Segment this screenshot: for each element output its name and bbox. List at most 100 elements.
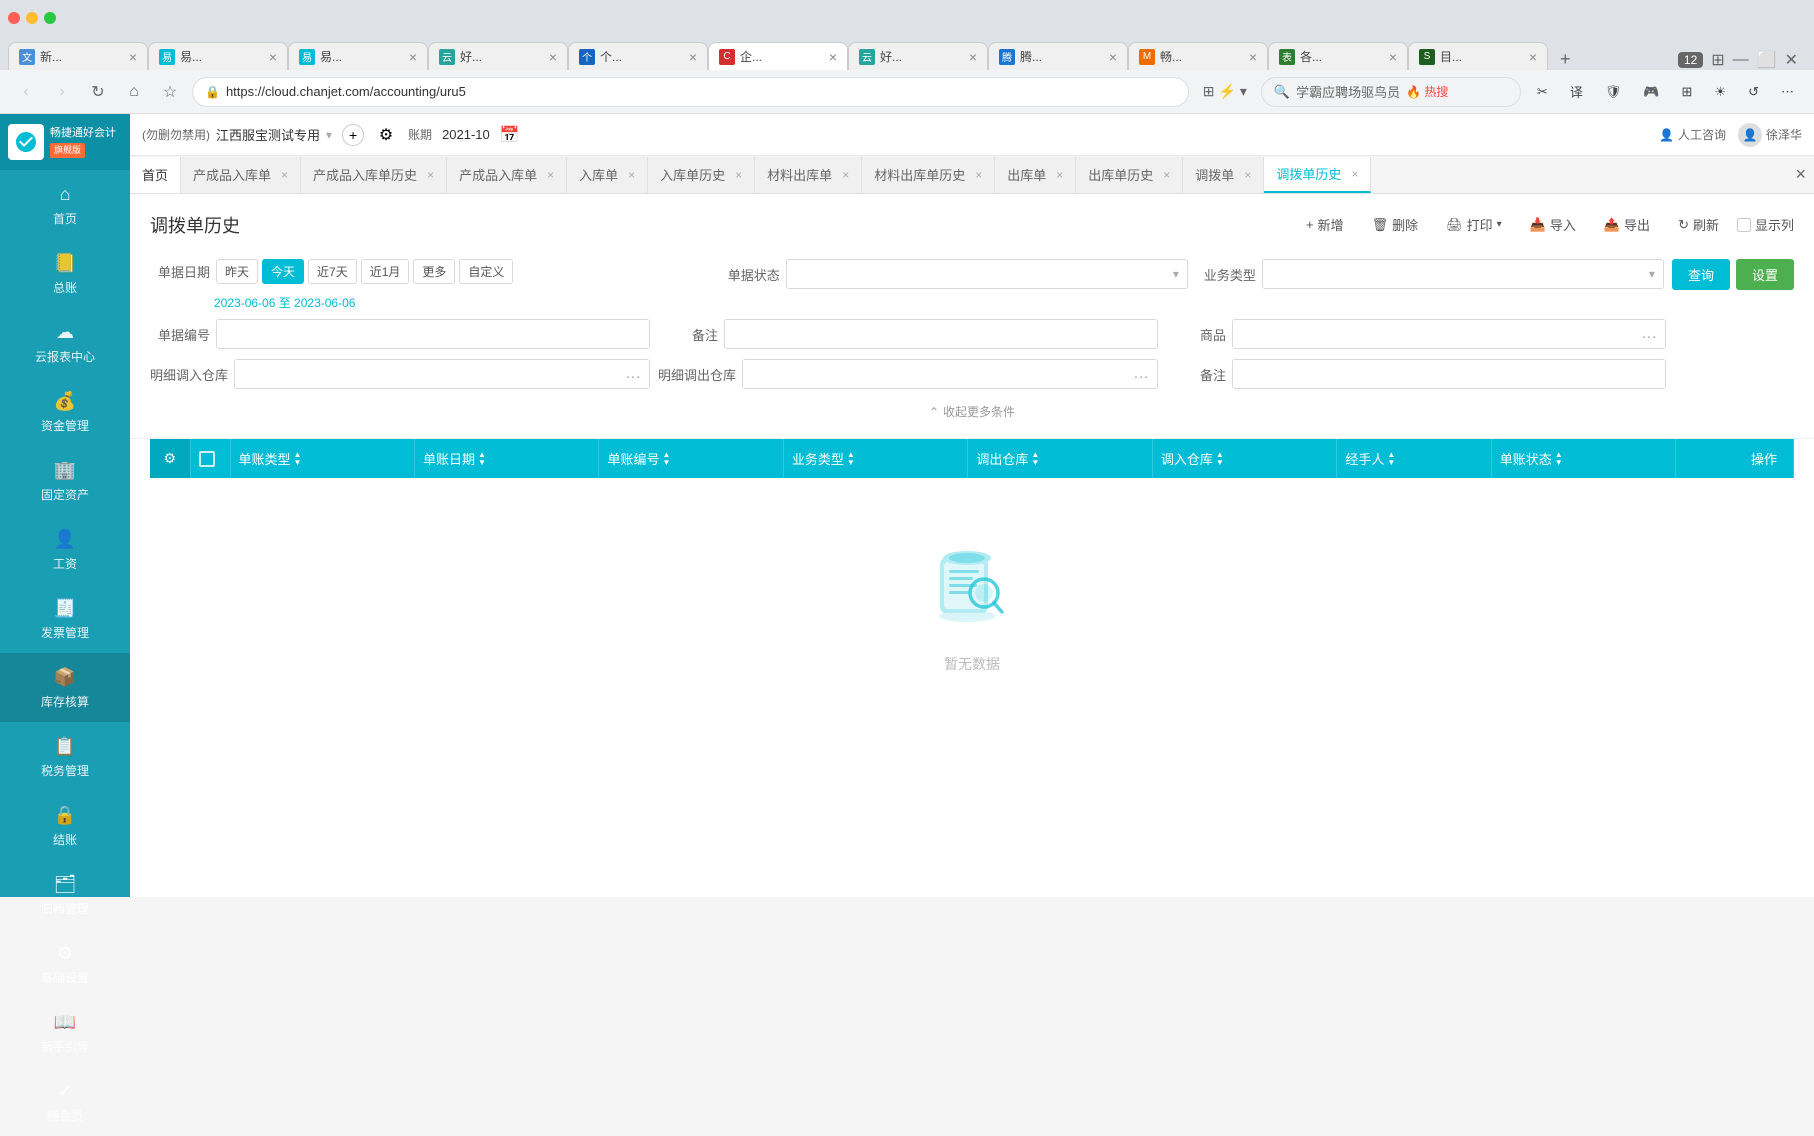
out-warehouse-more-btn[interactable]: … <box>1125 365 1157 383</box>
biz-type-select[interactable]: ▾ <box>1262 259 1664 289</box>
calendar-btn[interactable]: 📅 <box>500 125 520 145</box>
in-warehouse-more-btn[interactable]: … <box>617 365 649 383</box>
date-btn-1month[interactable]: 近1月 <box>361 259 410 284</box>
tab-close-1[interactable]: × <box>129 49 137 65</box>
browser-tab-8[interactable]: 腾 腾... × <box>988 42 1128 70</box>
address-bar[interactable]: 🔒 https://cloud.chanjet.com/accounting/u… <box>192 77 1189 107</box>
sidebar-item-close[interactable]: 🔒 结账 <box>0 791 130 860</box>
sidebar-item-settings[interactable]: ⚙ 基础设置 <box>0 929 130 998</box>
menu-btn[interactable]: ⋯ <box>1773 80 1802 104</box>
reload-btn[interactable]: ↻ <box>84 78 112 106</box>
tab-close-rk1h[interactable]: × <box>427 168 434 182</box>
page-tab-db1[interactable]: 调拨单 × <box>1183 157 1264 193</box>
sidebar-item-inventory[interactable]: 📦 库存核算 <box>0 653 130 722</box>
query-btn[interactable]: 查询 <box>1672 259 1730 290</box>
add-btn[interactable]: + 新增 <box>1296 210 1354 239</box>
close-btn[interactable]: ✕ <box>1785 50 1798 70</box>
sidebar-item-home[interactable]: ⌂ 首页 <box>0 170 130 239</box>
search-bar[interactable]: 🔍 学霸应聘场驱鸟员 🔥 热搜 <box>1261 77 1521 107</box>
print-btn[interactable]: 🖨 打印 ▾ <box>1436 210 1512 239</box>
sidebar-item-tax[interactable]: 📋 税务管理 <box>0 722 130 791</box>
browser-tab-4[interactable]: 云 好... × <box>428 42 568 70</box>
new-tab-btn[interactable]: + <box>1552 49 1579 70</box>
browser-tab-9[interactable]: M 畅... × <box>1128 42 1268 70</box>
sidebar-item-report[interactable]: ☁ 云报表中心 <box>0 308 130 377</box>
page-tab-db1h[interactable]: 调拨单历史 × <box>1264 157 1371 193</box>
browser-tab-1[interactable]: 文 新... × <box>8 42 148 70</box>
export-btn[interactable]: 📤 导出 <box>1594 210 1660 239</box>
goods-input[interactable] <box>1233 320 1633 348</box>
tab-close-db1[interactable]: × <box>1244 168 1251 182</box>
page-tab-cl1[interactable]: 材料出库单 × <box>755 157 862 193</box>
page-tab-rk3[interactable]: 入库单 × <box>567 157 648 193</box>
th-doc-type[interactable]: 单账类型 ▲▼ <box>230 439 414 478</box>
company-selector[interactable]: (勿删勿禁用) 江西服宝测试专用 ▾ <box>142 125 332 144</box>
th-out-warehouse[interactable]: 调出仓库 ▲▼ <box>968 439 1152 478</box>
add-company-btn[interactable]: + <box>342 124 364 146</box>
tab-close-cl1h[interactable]: × <box>975 168 982 182</box>
tab-close-5[interactable]: × <box>689 49 697 65</box>
th-gear[interactable]: ⚙ <box>150 439 190 478</box>
sidebar-item-assets[interactable]: 🏢 固定资产 <box>0 446 130 515</box>
browser-tab-10[interactable]: 表 各... × <box>1268 42 1408 70</box>
browser-tab-5[interactable]: 个 个... × <box>568 42 708 70</box>
page-tab-rk1[interactable]: 产成品入库单 × <box>181 157 301 193</box>
import-btn[interactable]: 📥 导入 <box>1520 210 1586 239</box>
th-biz-type[interactable]: 业务类型 ▲▼ <box>783 439 967 478</box>
company-dropdown-icon[interactable]: ▾ <box>326 128 332 142</box>
undo-btn[interactable]: ↺ <box>1740 80 1767 104</box>
tab-close-db1h[interactable]: × <box>1351 167 1358 181</box>
display-cols-toggle[interactable]: 显示列 <box>1737 215 1794 234</box>
browser-tab-6[interactable]: C 企... × <box>708 42 848 70</box>
th-doc-status[interactable]: 单账状态 ▲▼ <box>1491 439 1675 478</box>
tab-close-ck1[interactable]: × <box>1056 168 1063 182</box>
tab-close-7[interactable]: × <box>969 49 977 65</box>
service-btn[interactable]: 👤 人工咨询 <box>1659 126 1726 143</box>
refresh-btn[interactable]: ↻ 刷新 <box>1668 210 1729 239</box>
game-btn[interactable]: 🎮 <box>1635 80 1667 104</box>
shield-btn[interactable]: 🛡 <box>1597 80 1630 104</box>
forward-btn[interactable]: › <box>48 78 76 106</box>
sidebar-item-capital[interactable]: 💰 资金管理 <box>0 377 130 446</box>
translate-btn[interactable]: 译 <box>1562 78 1591 105</box>
maximize-btn[interactable]: ⬜ <box>1757 50 1777 70</box>
tab-close-10[interactable]: × <box>1389 49 1397 65</box>
tab-close-6[interactable]: × <box>829 49 837 65</box>
user-btn[interactable]: 👤 徐泽华 <box>1738 123 1802 147</box>
th-handler[interactable]: 经手人 ▲▼ <box>1337 439 1491 478</box>
tab-bar-close-btn[interactable]: × <box>1787 164 1814 185</box>
tab-close-cl1[interactable]: × <box>842 168 849 182</box>
tab-close-9[interactable]: × <box>1249 49 1257 65</box>
goods-more-btn[interactable]: … <box>1633 325 1665 343</box>
tab-close-ck1h[interactable]: × <box>1163 168 1170 182</box>
page-tab-rk1h[interactable]: 产成品入库单历史 × <box>301 157 447 193</box>
browser-tab-7[interactable]: 云 好... × <box>848 42 988 70</box>
sidebar-item-member[interactable]: ✓ 畅会员 <box>0 1067 130 1136</box>
minimize-btn[interactable]: — <box>1733 51 1749 69</box>
window-icon[interactable]: ⊞ <box>1711 50 1724 70</box>
tab-close-rk1[interactable]: × <box>281 168 288 182</box>
sidebar-item-salary[interactable]: 👤 工资 <box>0 515 130 584</box>
page-tab-ck1h[interactable]: 出库单历史 × <box>1076 157 1183 193</box>
grid-btn[interactable]: ⊞ <box>1674 80 1701 104</box>
date-btn-yesterday[interactable]: 昨天 <box>216 259 258 284</box>
home-btn[interactable]: ⌂ <box>120 78 148 106</box>
sidebar-item-archive[interactable]: 🗂 归档管理 <box>0 860 130 929</box>
page-tab-cl1h[interactable]: 材料出库单历史 × <box>862 157 995 193</box>
browser-tab-3[interactable]: 易 易... × <box>288 42 428 70</box>
bookmark-btn[interactable]: ☆ <box>156 78 184 106</box>
page-tab-rk3h[interactable]: 入库单历史 × <box>648 157 755 193</box>
filter-settings-btn[interactable]: 设置 <box>1736 259 1794 290</box>
tab-close-rk3[interactable]: × <box>628 168 635 182</box>
page-tab-ck1[interactable]: 出库单 × <box>995 157 1076 193</box>
note-input[interactable] <box>1232 359 1666 389</box>
th-checkbox[interactable] <box>190 439 230 478</box>
date-btn-today[interactable]: 今天 <box>262 259 304 284</box>
tab-close-11[interactable]: × <box>1529 49 1537 65</box>
back-btn[interactable]: ‹ <box>12 78 40 106</box>
collapse-btn[interactable]: ⌃ 收起更多条件 <box>150 397 1794 426</box>
date-btn-7days[interactable]: 近7天 <box>308 259 357 284</box>
sidebar-item-ledger[interactable]: 📒 总账 <box>0 239 130 308</box>
th-in-warehouse[interactable]: 调入仓库 ▲▼ <box>1152 439 1336 478</box>
tab-close-rk3h[interactable]: × <box>735 168 742 182</box>
